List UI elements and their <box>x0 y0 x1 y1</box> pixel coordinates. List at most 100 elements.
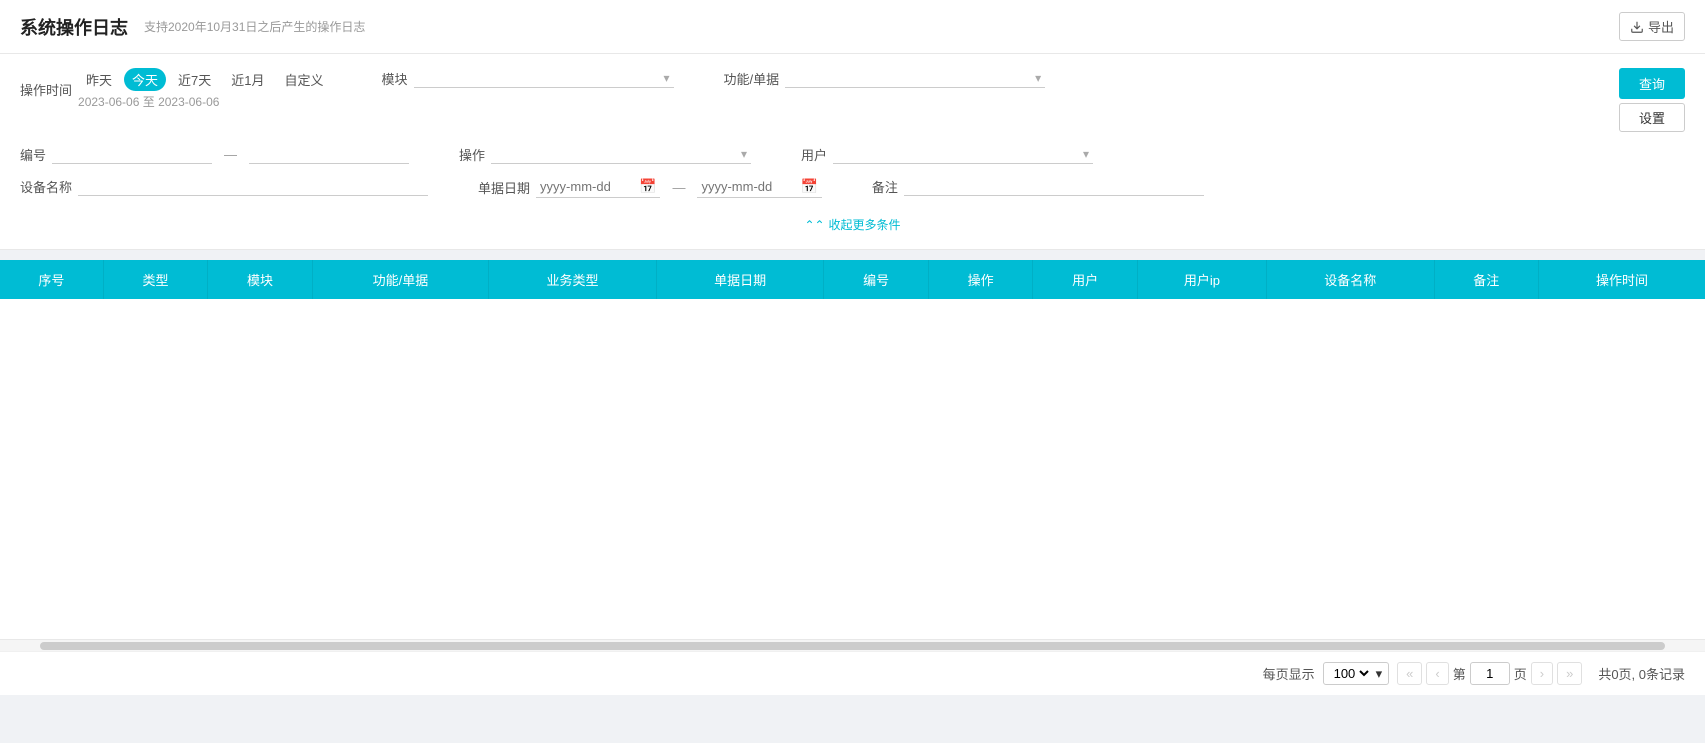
next-page-button[interactable]: › <box>1531 662 1553 685</box>
page-title: 系统操作日志 <box>20 14 128 40</box>
device-filter: 设备名称 <box>20 176 428 196</box>
operation-filter: 操作 ▾ <box>459 144 751 164</box>
filter-row-1: 操作时间 昨天 今天 近7天 近1月 自定义 2023-06-06 至 2023… <box>20 68 1685 132</box>
scroll-thumb[interactable] <box>40 642 1665 650</box>
chevron-down-icon-3: ▾ <box>741 147 747 161</box>
doc-date-to-group[interactable]: 📅 <box>697 176 821 198</box>
date-range-text: 2023-06-06 至 2023-06-06 <box>78 93 332 110</box>
table-container: 序号 类型 模块 功能/单据 业务类型 单据日期 编号 操作 用户 用户ip 设… <box>0 260 1705 639</box>
export-icon <box>1630 20 1644 34</box>
operation-input[interactable] <box>495 146 741 161</box>
first-page-button[interactable]: « <box>1397 662 1422 685</box>
filter-panel: 操作时间 昨天 今天 近7天 近1月 自定义 2023-06-06 至 2023… <box>0 54 1705 250</box>
operation-select[interactable]: ▾ <box>491 144 751 164</box>
page-size-dropdown[interactable]: 100 10 20 50 200 <box>1330 665 1372 682</box>
total-info: 共0页, 0条记录 <box>1598 664 1685 683</box>
date-btn-today[interactable]: 今天 <box>124 68 166 91</box>
chevron-down-icon-4: ▾ <box>1083 147 1089 161</box>
collapse-bar: ⌃⌃ 收起更多条件 <box>20 210 1685 243</box>
operation-time-filter: 操作时间 昨天 今天 近7天 近1月 自定义 2023-06-06 至 2023… <box>20 68 332 110</box>
doc-date-from-input[interactable] <box>540 179 635 194</box>
module-input[interactable] <box>418 70 664 85</box>
chevron-down-icon: ▾ <box>664 71 670 85</box>
doc-date-from-group[interactable]: 📅 <box>536 176 660 198</box>
remarks-input[interactable] <box>904 176 1204 196</box>
date-shortcuts-wrap: 昨天 今天 近7天 近1月 自定义 2023-06-06 至 2023-06-0… <box>78 68 332 110</box>
operation-label: 操作 <box>459 145 485 164</box>
page-size-chevron: ▾ <box>1376 666 1383 682</box>
table-header-row: 序号 类型 模块 功能/单据 业务类型 单据日期 编号 操作 用户 用户ip 设… <box>0 260 1705 299</box>
export-label: 导出 <box>1648 17 1674 36</box>
per-page-label: 每页显示 <box>1263 664 1315 683</box>
filter-row-3: 设备名称 单据日期 📅 — 📅 备注 <box>20 176 1685 198</box>
col-biz-type: 业务类型 <box>489 260 657 299</box>
scroll-bar-area[interactable] <box>0 639 1705 651</box>
date-btn-7days[interactable]: 近7天 <box>170 68 219 91</box>
module-label: 模块 <box>382 69 408 88</box>
col-function: 功能/单据 <box>312 260 488 299</box>
col-op-time: 操作时间 <box>1539 260 1705 299</box>
page-nav: « ‹ 第 页 › » <box>1397 662 1582 685</box>
col-number: 编号 <box>824 260 928 299</box>
page-header: 系统操作日志 支持2020年10月31日之后产生的操作日志 导出 <box>0 0 1705 54</box>
device-input[interactable] <box>78 176 428 196</box>
number-label: 编号 <box>20 145 46 164</box>
empty-area <box>0 299 1705 639</box>
col-doc-date: 单据日期 <box>656 260 824 299</box>
pagination: 每页显示 100 10 20 50 200 ▾ « ‹ 第 页 › » 共0页,… <box>0 651 1705 695</box>
page-size-select[interactable]: 100 10 20 50 200 ▾ <box>1323 662 1390 685</box>
col-type: 类型 <box>103 260 207 299</box>
col-device: 设备名称 <box>1266 260 1434 299</box>
filter-row-2: 编号 — 操作 ▾ 用户 ▾ <box>20 144 1685 164</box>
date-btn-custom[interactable]: 自定义 <box>277 68 332 91</box>
page-number-input[interactable] <box>1470 662 1510 685</box>
col-operation: 操作 <box>928 260 1032 299</box>
calendar-icon-1[interactable]: 📅 <box>639 178 656 195</box>
settings-button[interactable]: 设置 <box>1619 103 1685 132</box>
user-filter: 用户 ▾ <box>801 144 1093 164</box>
module-select[interactable]: ▾ <box>414 68 674 88</box>
remarks-label: 备注 <box>872 177 898 196</box>
data-table: 序号 类型 模块 功能/单据 业务类型 单据日期 编号 操作 用户 用户ip 设… <box>0 260 1705 299</box>
query-button[interactable]: 查询 <box>1619 68 1685 99</box>
prev-page-button[interactable]: ‹ <box>1426 662 1448 685</box>
action-buttons: 查询 设置 <box>1619 68 1685 132</box>
col-remarks: 备注 <box>1434 260 1538 299</box>
operation-time-label: 操作时间 <box>20 80 72 99</box>
date-btn-1month[interactable]: 近1月 <box>223 68 272 91</box>
device-label: 设备名称 <box>20 177 72 196</box>
number-from-input[interactable] <box>52 144 212 164</box>
function-label: 功能/单据 <box>724 69 780 88</box>
range-separator: — <box>224 147 237 162</box>
date-btn-yesterday[interactable]: 昨天 <box>78 68 120 91</box>
collapse-icon: ⌃⌃ <box>804 218 824 232</box>
user-input[interactable] <box>837 146 1083 161</box>
number-filter: 编号 — <box>20 144 409 164</box>
export-button[interactable]: 导出 <box>1619 12 1685 41</box>
col-module: 模块 <box>208 260 312 299</box>
function-select[interactable]: ▾ <box>785 68 1045 88</box>
remarks-filter: 备注 <box>872 176 1204 196</box>
date-shortcuts: 昨天 今天 近7天 近1月 自定义 <box>78 68 332 91</box>
chevron-down-icon-2: ▾ <box>1035 71 1041 85</box>
col-seq: 序号 <box>0 260 103 299</box>
doc-date-filter: 单据日期 📅 — 📅 <box>478 176 822 198</box>
last-page-button[interactable]: » <box>1557 662 1582 685</box>
doc-date-separator: — <box>672 180 685 195</box>
calendar-icon-2[interactable]: 📅 <box>800 178 817 195</box>
doc-date-to-input[interactable] <box>701 179 796 194</box>
function-input[interactable] <box>789 70 1035 85</box>
number-to-input[interactable] <box>249 144 409 164</box>
page-label: 第 <box>1453 664 1466 683</box>
collapse-button[interactable]: ⌃⌃ 收起更多条件 <box>804 216 900 233</box>
user-label: 用户 <box>801 145 827 164</box>
page-subtitle: 支持2020年10月31日之后产生的操作日志 <box>144 18 365 35</box>
col-user: 用户 <box>1033 260 1137 299</box>
function-filter: 功能/单据 ▾ <box>724 68 1046 88</box>
col-user-ip: 用户ip <box>1137 260 1266 299</box>
page-unit: 页 <box>1514 664 1527 683</box>
module-filter: 模块 ▾ <box>382 68 674 88</box>
doc-date-label: 单据日期 <box>478 178 530 197</box>
user-select[interactable]: ▾ <box>833 144 1093 164</box>
collapse-label: 收起更多条件 <box>829 216 901 233</box>
